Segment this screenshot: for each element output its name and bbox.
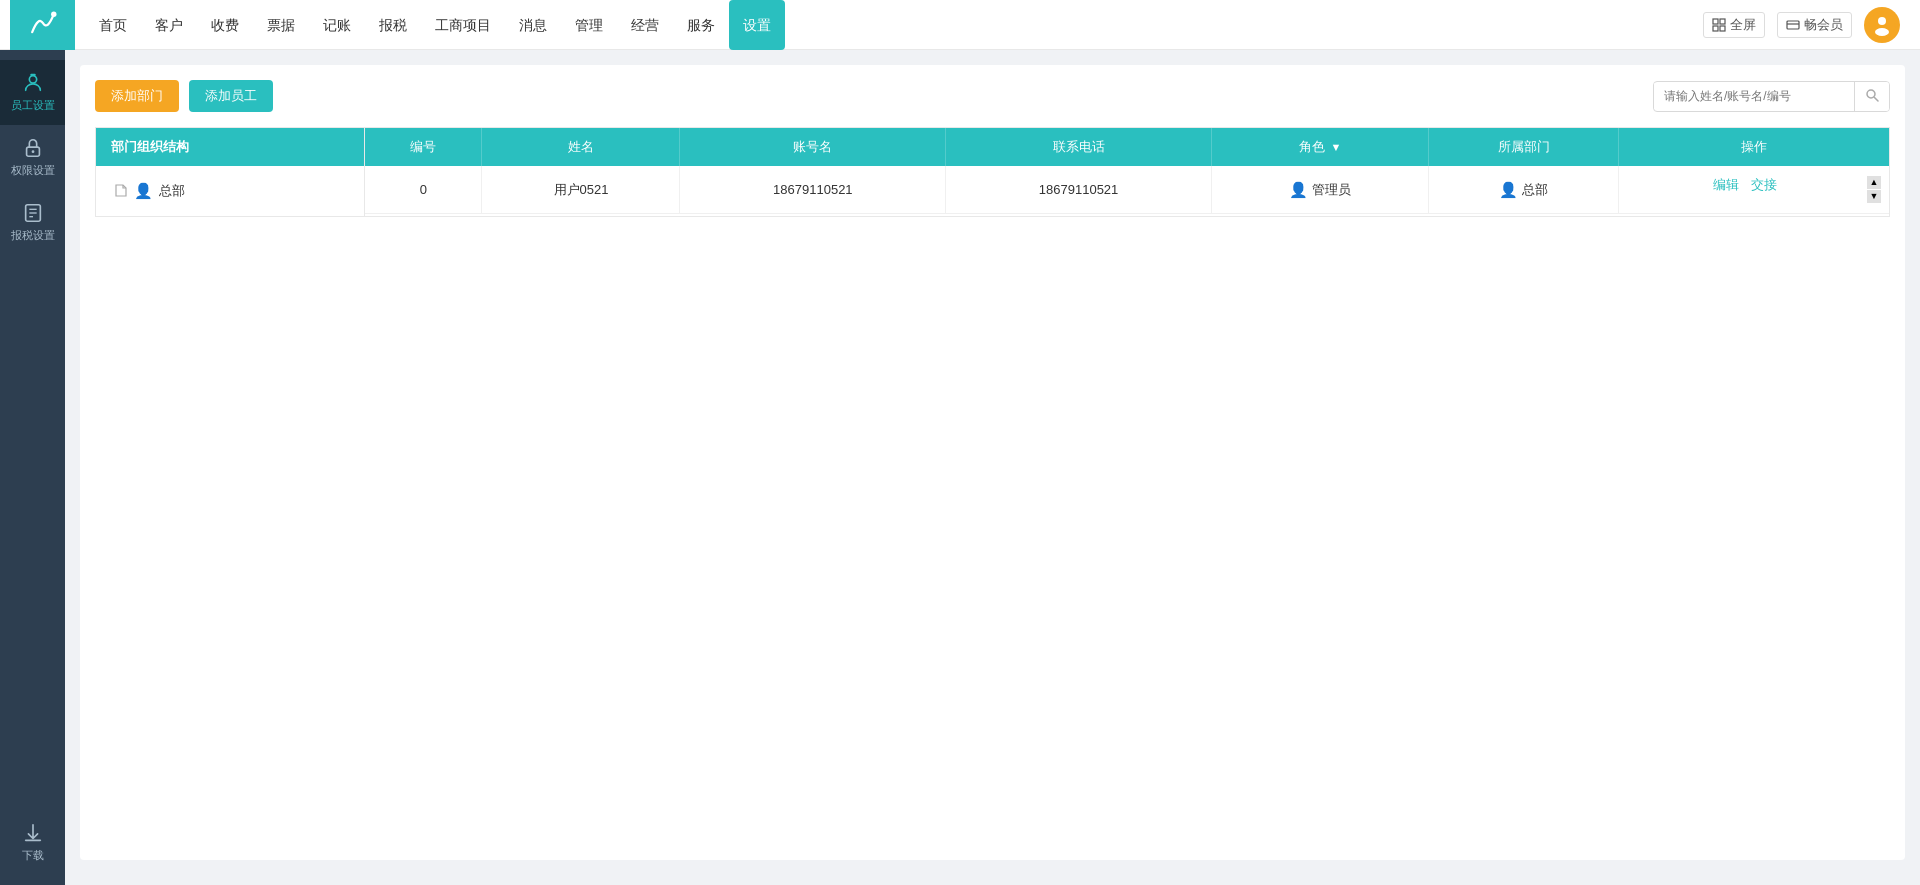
nav-item-票据[interactable]: 票据: [253, 0, 309, 50]
table-panel: 编号 姓名 账号名 联系电话 角色 ▼ 所属部门 操作: [365, 127, 1890, 217]
col-dept: 所属部门: [1429, 128, 1619, 166]
svg-point-12: [29, 76, 36, 83]
file-svg: [114, 183, 128, 197]
nav-item-客户[interactable]: 客户: [141, 0, 197, 50]
nav-item-管理[interactable]: 管理: [561, 0, 617, 50]
svg-line-22: [1875, 97, 1879, 101]
role-user-icon: 👤: [1289, 181, 1308, 199]
cell-name: 用户0521: [482, 166, 680, 214]
svg-point-10: [1878, 17, 1886, 25]
col-id: 编号: [365, 128, 482, 166]
content-area: 添加部门 添加员工 部门组织结构: [80, 65, 1905, 860]
toolbar: 添加部门 添加员工: [95, 80, 1890, 112]
vip-icon: [1786, 18, 1800, 32]
sidebar-tax-label: 报税设置: [11, 228, 55, 243]
cell-actions: 编辑 交接 ▲ ▼: [1619, 166, 1889, 214]
tree-header: 部门组织结构: [96, 128, 364, 166]
svg-point-11: [1875, 28, 1889, 36]
vip-label: 畅会员: [1804, 16, 1843, 34]
svg-point-15: [31, 150, 34, 153]
svg-rect-5: [1787, 21, 1799, 29]
nav-item-记账[interactable]: 记账: [309, 0, 365, 50]
sidebar-permissions-label: 权限设置: [11, 163, 55, 178]
edit-button[interactable]: 编辑: [1713, 177, 1739, 192]
tree-body: 👤 总部: [96, 166, 364, 216]
sidebar-download-label: 下载: [22, 848, 44, 863]
avatar[interactable]: [1864, 7, 1900, 43]
search-icon: [1865, 88, 1879, 102]
col-account: 账号名: [680, 128, 946, 166]
svg-rect-2: [1720, 19, 1725, 24]
logo[interactable]: [10, 0, 75, 50]
fullscreen-icon: [1712, 18, 1726, 32]
tree-user-icon: 👤: [134, 182, 153, 200]
cell-id: 0: [365, 166, 482, 214]
avatar-icon: [1868, 11, 1896, 39]
fullscreen-label: 全屏: [1730, 16, 1756, 34]
table-body: 0 用户0521 18679110521 18679110521 👤 管理员 👤…: [365, 166, 1889, 214]
tree-panel: 部门组织结构 👤 总部: [95, 127, 365, 217]
vip-button[interactable]: 畅会员: [1777, 12, 1852, 38]
employee-table: 编号 姓名 账号名 联系电话 角色 ▼ 所属部门 操作: [365, 128, 1889, 214]
main-layout: 部门组织结构 👤 总部: [95, 127, 1890, 217]
cell-role: 👤 管理员: [1211, 166, 1428, 214]
role-filter-icon[interactable]: ▼: [1331, 141, 1342, 153]
tree-node-label: 总部: [159, 182, 185, 200]
scroll-up-button[interactable]: ▲: [1867, 176, 1881, 189]
svg-rect-1: [1713, 19, 1718, 24]
svg-rect-13: [30, 74, 36, 76]
nav-items: 首页客户收费票据记账报税工商项目消息管理经营服务设置: [85, 0, 1703, 50]
cell-phone: 18679110521: [946, 166, 1212, 214]
add-dept-button[interactable]: 添加部门: [95, 80, 179, 112]
employee-icon: [22, 72, 44, 94]
svg-rect-3: [1713, 26, 1718, 31]
cell-dept: 👤 总部: [1429, 166, 1619, 214]
nav-item-首页[interactable]: 首页: [85, 0, 141, 50]
tax-icon: [22, 202, 44, 224]
search-area: [1653, 81, 1890, 112]
col-name: 姓名: [482, 128, 680, 166]
nav-item-消息[interactable]: 消息: [505, 0, 561, 50]
role-label: 管理员: [1312, 181, 1351, 199]
svg-rect-4: [1720, 26, 1725, 31]
col-role: 角色 ▼: [1211, 128, 1428, 166]
nav-item-工商项目[interactable]: 工商项目: [421, 0, 505, 50]
svg-point-21: [1867, 90, 1875, 98]
search-button[interactable]: [1854, 82, 1889, 111]
search-input[interactable]: [1654, 83, 1854, 109]
sidebar-item-download[interactable]: 下载: [0, 810, 65, 875]
main-content: 添加部门 添加员工 部门组织结构: [65, 50, 1920, 885]
scroll-down-button[interactable]: ▼: [1867, 190, 1881, 203]
sidebar: 员工设置 权限设置 报税设置 下载: [0, 50, 65, 885]
transfer-button[interactable]: 交接: [1751, 177, 1777, 192]
sidebar-item-tax[interactable]: 报税设置: [0, 190, 65, 255]
permissions-icon: [22, 137, 44, 159]
svg-point-0: [51, 11, 56, 16]
dept-user-icon: 👤: [1499, 181, 1518, 199]
file-icon: [114, 183, 128, 200]
tree-node-general[interactable]: 👤 总部: [106, 176, 354, 206]
top-navbar: 首页客户收费票据记账报税工商项目消息管理经营服务设置 全屏 畅会员: [0, 0, 1920, 50]
download-icon: [22, 822, 44, 844]
nav-item-报税[interactable]: 报税: [365, 0, 421, 50]
add-employee-button[interactable]: 添加员工: [189, 80, 273, 112]
nav-item-经营[interactable]: 经营: [617, 0, 673, 50]
sidebar-item-employee[interactable]: 员工设置: [0, 60, 65, 125]
nav-item-设置[interactable]: 设置: [729, 0, 785, 50]
col-action: 操作: [1619, 128, 1889, 166]
sidebar-item-permissions[interactable]: 权限设置: [0, 125, 65, 190]
nav-item-服务[interactable]: 服务: [673, 0, 729, 50]
table-header-row: 编号 姓名 账号名 联系电话 角色 ▼ 所属部门 操作: [365, 128, 1889, 166]
sidebar-employee-label: 员工设置: [11, 98, 55, 113]
dept-label: 总部: [1522, 181, 1548, 199]
nav-item-收费[interactable]: 收费: [197, 0, 253, 50]
col-phone: 联系电话: [946, 128, 1212, 166]
nav-right: 全屏 畅会员: [1703, 7, 1900, 43]
cell-account: 18679110521: [680, 166, 946, 214]
fullscreen-button[interactable]: 全屏: [1703, 12, 1765, 38]
table-row: 0 用户0521 18679110521 18679110521 👤 管理员 👤…: [365, 166, 1889, 214]
